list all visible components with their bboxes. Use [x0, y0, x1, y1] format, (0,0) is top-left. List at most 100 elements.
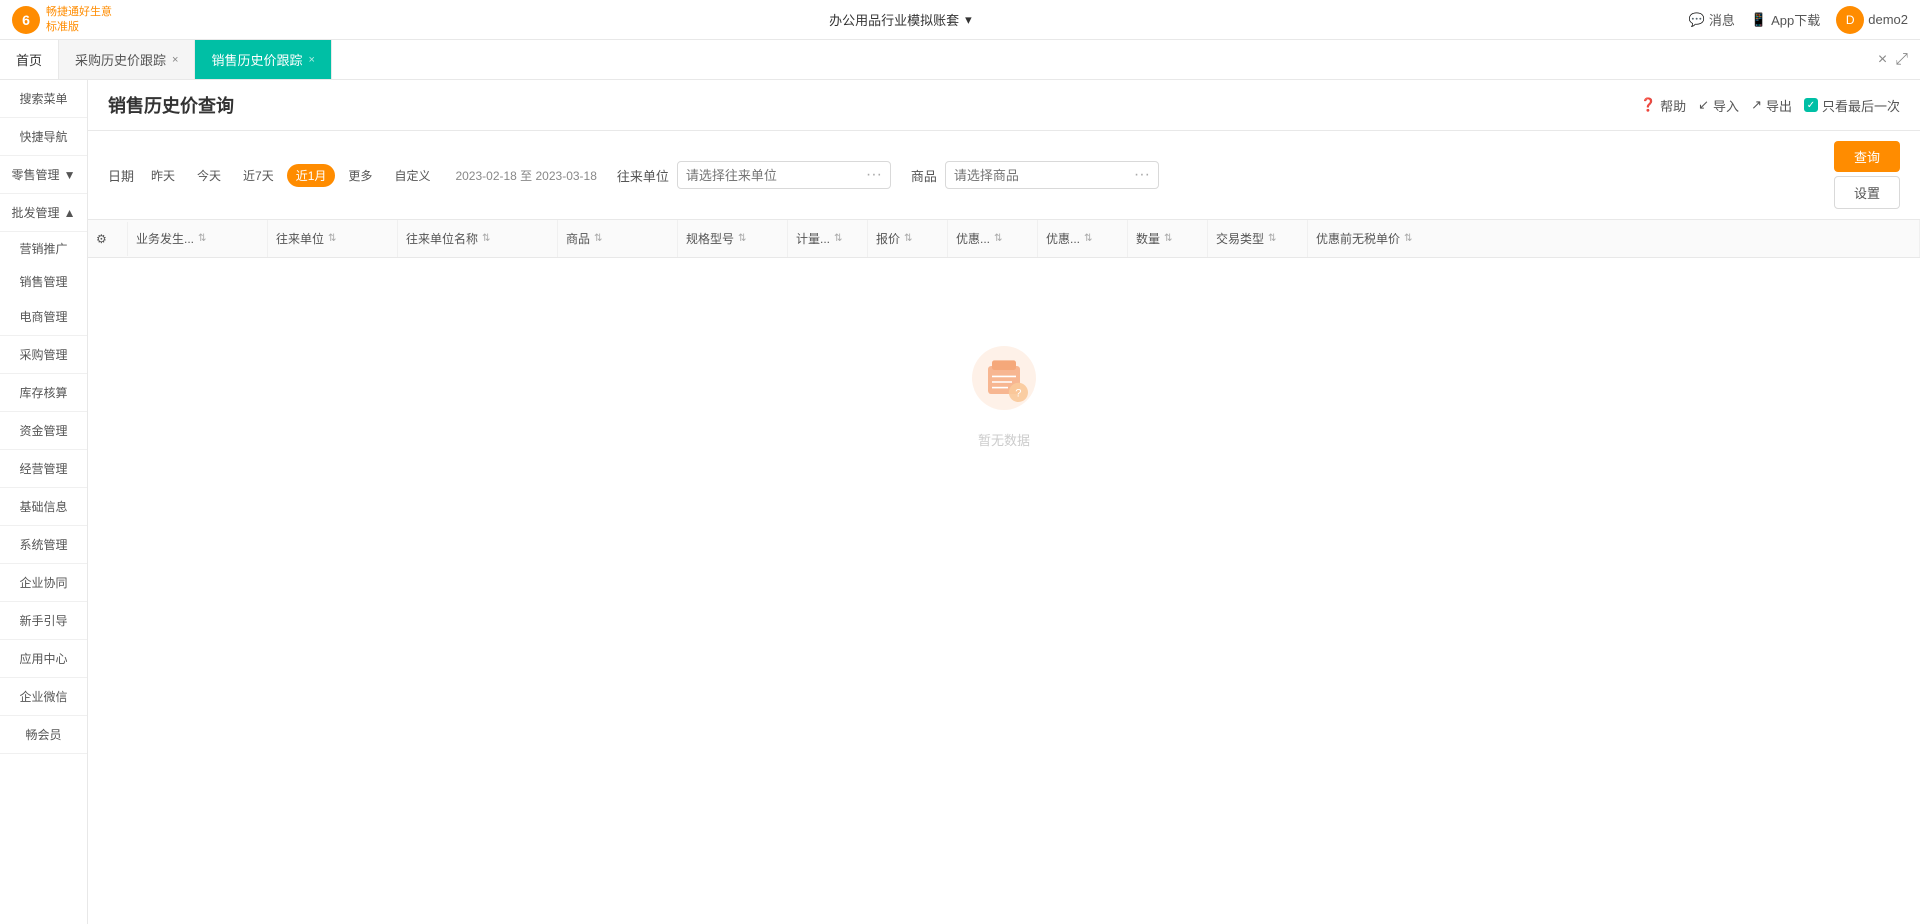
import-icon: ↙ [1698, 97, 1709, 113]
th-pretax-price[interactable]: 优惠前无税单价 ⇅ [1308, 220, 1920, 257]
sidebar-item-finance-mgmt[interactable]: 资金管理 [0, 412, 87, 450]
logo-icon: 6 [12, 6, 40, 34]
th-discount2[interactable]: 优惠... ⇅ [1038, 220, 1128, 257]
retail-mgmt-arrow-icon: ▼ [64, 168, 76, 182]
help-icon: ❓ [1640, 97, 1656, 113]
product-input-dots: ··· [1134, 166, 1150, 184]
basic-info-label: 基础信息 [4, 498, 83, 515]
app-download-btn[interactable]: 📱 App下载 [1751, 10, 1820, 29]
product-label: 商品 [911, 166, 937, 185]
partner-input-dots: ··· [866, 166, 882, 184]
enterprise-coop-label: 企业协同 [4, 574, 83, 591]
help-action[interactable]: ❓ 帮助 [1640, 96, 1686, 115]
th-discount1[interactable]: 优惠... ⇅ [948, 220, 1038, 257]
date-filter-group: 日期 昨天 今天 近7天 近1月 更多 自定义 2023-02-18 至 202… [108, 164, 597, 187]
sidebar-item-marketing[interactable]: 营销推广 [0, 232, 87, 265]
th-partner-code[interactable]: 往来单位 ⇅ [268, 220, 398, 257]
th-discount2-label: 优惠... [1046, 230, 1080, 247]
th-discount1-sort-icon: ⇅ [994, 233, 1002, 244]
query-button[interactable]: 查询 [1834, 141, 1900, 172]
logo-text: 畅捷通好生意 标准版 [46, 5, 112, 34]
export-label: 导出 [1766, 96, 1792, 115]
query-actions: 查询 设置 [1834, 141, 1900, 209]
last-only-checkbox-label[interactable]: ✓ 只看最后一次 [1804, 96, 1900, 115]
sidebar-item-operations-mgmt[interactable]: 经营管理 [0, 450, 87, 488]
user-menu[interactable]: D demo2 [1836, 6, 1908, 34]
maximize-btn[interactable]: ⤢ [1895, 51, 1908, 69]
filter-bar: 日期 昨天 今天 近7天 近1月 更多 自定义 2023-02-18 至 202… [88, 131, 1920, 220]
th-quoted-price[interactable]: 报价 ⇅ [868, 220, 948, 257]
tab-home[interactable]: 首页 [0, 40, 59, 79]
th-trade-type-sort-icon: ⇅ [1268, 233, 1276, 244]
search-menu-label: 搜索菜单 [4, 90, 83, 107]
settings-button[interactable]: 设置 [1834, 176, 1900, 209]
th-spec[interactable]: 规格型号 ⇅ [678, 220, 788, 257]
sidebar-item-ecommerce-mgmt[interactable]: 电商管理 [0, 298, 87, 336]
th-biz-date[interactable]: 业务发生... ⇅ [128, 220, 268, 257]
tab-sales-history-close[interactable]: × [308, 54, 314, 66]
operations-mgmt-label: 经营管理 [4, 460, 83, 477]
partner-input[interactable] [686, 168, 862, 183]
logo-letter: 6 [22, 12, 30, 28]
empty-data-icon: ? [964, 338, 1044, 418]
th-trade-type[interactable]: 交易类型 ⇅ [1208, 220, 1308, 257]
date-btn-last7[interactable]: 近7天 [234, 164, 283, 187]
product-filter-group: 商品 ··· [911, 161, 1159, 189]
sidebar-item-member[interactable]: 畅会员 [0, 716, 87, 754]
top-bar-left: 6 畅捷通好生意 标准版 [12, 5, 112, 34]
workspace-dropdown-icon: ▾ [965, 12, 972, 28]
th-product[interactable]: 商品 ⇅ [558, 220, 678, 257]
sidebar-item-system-mgmt[interactable]: 系统管理 [0, 526, 87, 564]
tab-purchase-history-label: 采购历史价跟踪 [75, 50, 166, 69]
date-btn-last1m[interactable]: 近1月 [287, 164, 336, 187]
th-quantity[interactable]: 数量 ⇅ [1128, 220, 1208, 257]
sidebar-item-basic-info[interactable]: 基础信息 [0, 488, 87, 526]
sidebar-item-retail-mgmt[interactable]: 零售管理 ▼ [0, 156, 87, 194]
tab-sales-history[interactable]: 销售历史价跟踪 × [195, 40, 331, 79]
tab-purchase-history[interactable]: 采购历史价跟踪 × [59, 40, 195, 79]
page-actions: ❓ 帮助 ↙ 导入 ↗ 导出 ✓ 只看最后一次 [1640, 96, 1900, 115]
page-title-row: 销售历史价查询 ❓ 帮助 ↙ 导入 ↗ 导出 ✓ [108, 92, 1900, 118]
new-guide-label: 新手引导 [4, 612, 83, 629]
partner-filter-group: 往来单位 ··· [617, 161, 891, 189]
date-btn-custom[interactable]: 自定义 [385, 164, 439, 187]
th-partner-code-sort-icon: ⇅ [328, 233, 336, 244]
wholesale-mgmt-arrow-icon: ▲ [64, 206, 76, 220]
sidebar-item-enterprise-wechat[interactable]: 企业微信 [0, 678, 87, 716]
import-action[interactable]: ↙ 导入 [1698, 96, 1739, 115]
svg-text:?: ? [1015, 387, 1021, 399]
date-btn-today[interactable]: 今天 [188, 164, 230, 187]
date-btn-yesterday[interactable]: 昨天 [142, 164, 184, 187]
tab-sales-history-label: 销售历史价跟踪 [211, 50, 302, 69]
last-only-checkbox[interactable]: ✓ [1804, 98, 1818, 112]
sidebar-item-enterprise-coop[interactable]: 企业协同 [0, 564, 87, 602]
last-only-label: 只看最后一次 [1822, 96, 1900, 115]
th-unit-sort-icon: ⇅ [834, 233, 842, 244]
import-label: 导入 [1713, 96, 1739, 115]
sidebar-item-new-guide[interactable]: 新手引导 [0, 602, 87, 640]
date-btn-more[interactable]: 更多 [339, 164, 381, 187]
sidebar-item-inventory[interactable]: 库存核算 [0, 374, 87, 412]
export-action[interactable]: ↗ 导出 [1751, 96, 1792, 115]
close-all-tabs-btn[interactable]: × [1878, 51, 1887, 69]
message-btn[interactable]: 💬 消息 [1689, 10, 1735, 29]
tab-purchase-history-close[interactable]: × [172, 54, 178, 66]
product-input-wrapper[interactable]: ··· [945, 161, 1159, 189]
th-partner-name[interactable]: 往来单位名称 ⇅ [398, 220, 558, 257]
th-discount1-label: 优惠... [956, 230, 990, 247]
workspace-selector[interactable]: 办公用品行业模拟账套 ▾ [829, 10, 972, 29]
sidebar-item-purchase-mgmt[interactable]: 采购管理 [0, 336, 87, 374]
sidebar-item-quick-nav[interactable]: 快捷导航 [0, 118, 87, 156]
th-partner-code-label: 往来单位 [276, 230, 324, 247]
product-input[interactable] [954, 168, 1130, 183]
sidebar-item-app-center[interactable]: 应用中心 [0, 640, 87, 678]
sidebar-item-search-menu[interactable]: 搜索菜单 [0, 80, 87, 118]
sidebar-item-wholesale-mgmt[interactable]: 批发管理 ▲ [0, 194, 87, 232]
th-unit[interactable]: 计量... ⇅ [788, 220, 868, 257]
th-biz-date-label: 业务发生... [136, 230, 194, 247]
empty-state: ? 暂无数据 [88, 258, 1920, 529]
partner-input-wrapper[interactable]: ··· [677, 161, 891, 189]
sidebar-item-sales-mgmt[interactable]: 销售管理 [0, 265, 87, 298]
ecommerce-mgmt-label: 电商管理 [4, 308, 83, 325]
th-settings[interactable]: ⚙ [88, 222, 128, 256]
